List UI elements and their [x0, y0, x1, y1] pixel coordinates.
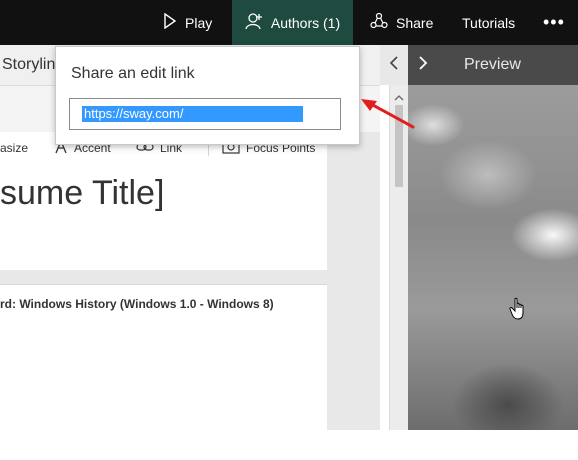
share-edit-link-popup: Share an edit link https://sway.com/: [55, 46, 360, 145]
more-icon: •••: [543, 12, 565, 32]
preview-image: [408, 85, 578, 430]
tutorials-button[interactable]: Tutorials: [462, 0, 515, 45]
share-label: Share: [396, 14, 434, 31]
card-gap: [0, 270, 327, 284]
edit-link-value: https://sway.com/: [84, 106, 184, 121]
person-add-icon: [245, 12, 263, 33]
play-icon: [163, 12, 177, 32]
emphasize-label: asize: [0, 141, 29, 155]
preview-header: Preview: [408, 45, 578, 85]
play-label: Play: [185, 14, 213, 31]
emphasize-button[interactable]: asize: [0, 132, 28, 164]
text-card[interactable]: rd: Windows History (Windows 1.0 - Windo…: [0, 284, 327, 431]
bottom-area: [0, 430, 578, 460]
text-card-heading: rd: Windows History (Windows 1.0 - Windo…: [0, 297, 274, 311]
hand-cursor-icon: [509, 297, 527, 326]
editor-gutter: [327, 132, 380, 430]
editor-scrollbar[interactable]: [389, 85, 409, 430]
popup-title: Share an edit link: [71, 65, 195, 82]
annotation-arrow-icon: [361, 99, 415, 129]
authors-label: Authors (1): [270, 14, 341, 31]
preview-label: Preview: [464, 56, 521, 73]
edit-link-field[interactable]: https://sway.com/: [69, 98, 341, 130]
title-card-text: sume Title]: [0, 174, 165, 212]
top-bar: Play Authors (1) Share Tutorials •••: [0, 0, 578, 45]
share-button[interactable]: Share: [370, 0, 433, 45]
title-card[interactable]: sume Title]: [0, 164, 327, 270]
chevron-right-icon: [418, 55, 428, 76]
expand-preview-button[interactable]: [418, 45, 428, 85]
authors-button[interactable]: Authors (1): [232, 0, 353, 45]
play-button[interactable]: Play: [163, 0, 212, 45]
more-options-button[interactable]: •••: [543, 0, 565, 45]
tab-storyline[interactable]: Storylin: [0, 45, 55, 85]
share-icon: [370, 12, 388, 33]
collapse-preview-button[interactable]: [380, 45, 408, 85]
chevron-left-icon: [389, 55, 399, 76]
tutorials-label: Tutorials: [462, 14, 516, 31]
